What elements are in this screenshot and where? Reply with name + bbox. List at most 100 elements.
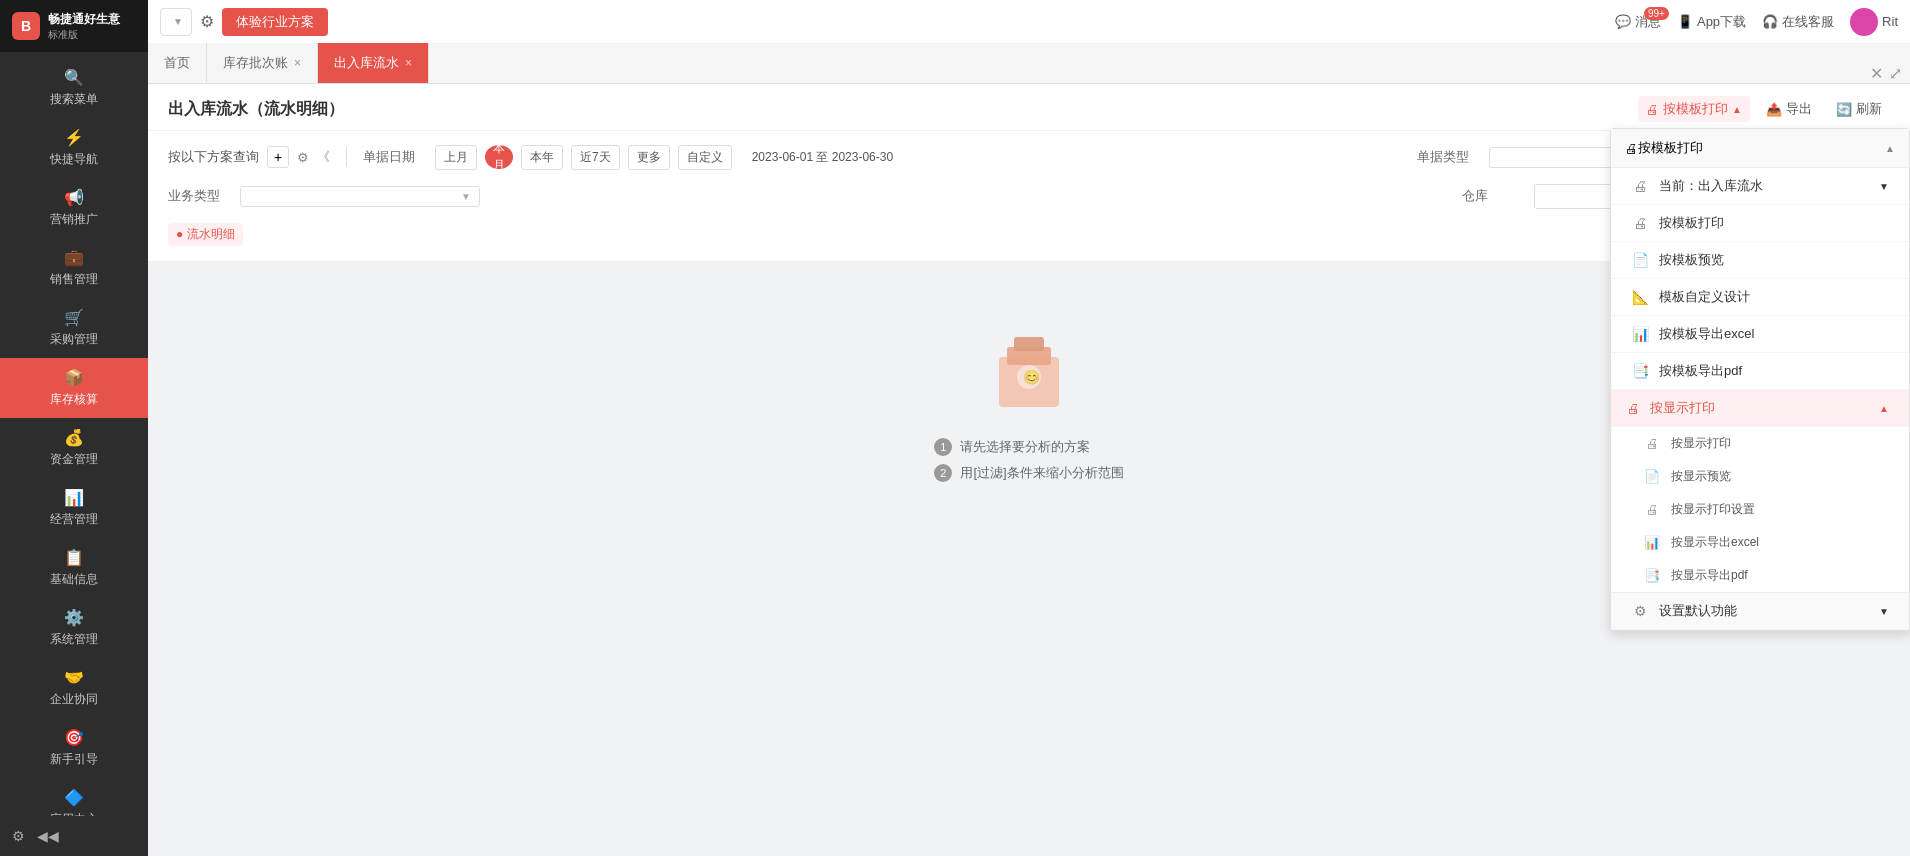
sidebar-item-guide[interactable]: 🎯 新手引导 — [0, 718, 148, 778]
marketing-icon: 📢 — [64, 188, 84, 207]
dropdown-display-preview[interactable]: 📄 按显示预览 — [1611, 460, 1909, 493]
dropdown-display-print-settings[interactable]: 🖨 按显示打印设置 — [1611, 493, 1909, 526]
sidebar-item-finance[interactable]: 💰 资金管理 — [0, 418, 148, 478]
dropdown-display-print[interactable]: 🖨 按显示打印 — [1611, 427, 1909, 460]
sidebar-item-label: 经营管理 — [50, 511, 98, 528]
template-excel-label: 按模板导出excel — [1659, 325, 1754, 343]
sidebar-item-operations[interactable]: 📊 经营管理 — [0, 478, 148, 538]
dropdown-display-pdf[interactable]: 📑 按显示导出pdf — [1611, 559, 1909, 592]
sidebar-settings-icon[interactable]: ⚙ — [12, 828, 25, 844]
filter-collapse-icon[interactable]: 《 — [317, 148, 330, 166]
dropdown-template-print[interactable]: 🖨 按模板打印 — [1611, 205, 1909, 242]
sidebar-item-shortcuts[interactable]: ⚡ 快捷导航 — [0, 118, 148, 178]
date-filter-label: 单据日期 — [363, 148, 419, 166]
dropdown-template-excel[interactable]: 📊 按模板导出excel — [1611, 316, 1909, 353]
template-preview-label: 按模板预览 — [1659, 251, 1724, 269]
sidebar-item-sales[interactable]: 💼 销售管理 — [0, 238, 148, 298]
customer-service-item[interactable]: 🎧 在线客服 — [1762, 13, 1834, 31]
finance-icon: 💰 — [64, 428, 84, 447]
app-logo: B 畅捷通好生意 标准版 — [0, 0, 148, 52]
flow-tag[interactable]: ● 流水明细 — [168, 223, 243, 246]
tab-home-label: 首页 — [164, 54, 190, 72]
flow-tag-label: 流水明细 — [187, 226, 235, 243]
refresh-btn[interactable]: 🔄 刷新 — [1828, 96, 1890, 122]
dropdown-default-setting[interactable]: ⚙ 设置默认功能 ▼ — [1611, 592, 1909, 630]
template-custom-label: 模板自定义设计 — [1659, 288, 1750, 306]
tab-home[interactable]: 首页 — [148, 43, 207, 83]
print-icon-header: 🖨 — [1625, 141, 1638, 156]
inventory-icon: 📦 — [64, 368, 84, 387]
operations-icon: 📊 — [64, 488, 84, 507]
tab-batch-close[interactable]: × — [294, 56, 301, 70]
user-avatar-item[interactable]: Rit — [1850, 8, 1898, 36]
date-btn-last-month[interactable]: 上月 — [435, 145, 477, 170]
sidebar-item-system[interactable]: ⚙️ 系统管理 — [0, 598, 148, 658]
default-setting-label: 设置默认功能 — [1659, 602, 1737, 620]
message-item[interactable]: 💬 消息 99+ — [1615, 13, 1661, 31]
print-template-btn[interactable]: 🖨 按模板打印 ▲ — [1638, 96, 1750, 122]
svg-text:😊: 😊 — [1023, 369, 1041, 386]
sidebar-item-inventory[interactable]: 📦 库存核算 — [0, 358, 148, 418]
default-setting-icon: ⚙ — [1631, 603, 1649, 619]
display-print-icon: 🖨 — [1643, 436, 1661, 451]
display-print-section-header[interactable]: 🖨 按显示打印 ▲ — [1611, 390, 1909, 427]
display-print-section-label: 按显示打印 — [1650, 399, 1715, 417]
app-title: 畅捷通好生意 — [48, 11, 120, 28]
app-download-item[interactable]: 📱 App下载 — [1677, 13, 1746, 31]
window-close-btn[interactable]: ✕ — [1870, 64, 1883, 83]
sidebar: B 畅捷通好生意 标准版 🔍 搜索菜单 ⚡ 快捷导航 📢 营销推广 💼 销售管理… — [0, 0, 148, 856]
template-preview-icon: 📄 — [1631, 252, 1649, 268]
empty-step-1: 1 请先选择要分析的方案 — [934, 438, 1123, 456]
dropdown-template-pdf[interactable]: 📑 按模板导出pdf — [1611, 353, 1909, 390]
customer-service-icon: 🎧 — [1762, 14, 1778, 29]
export-btn[interactable]: 📤 导出 — [1758, 96, 1820, 122]
sidebar-item-enterprise[interactable]: 🤝 企业协同 — [0, 658, 148, 718]
sidebar-item-marketing[interactable]: 📢 营销推广 — [0, 178, 148, 238]
business-type-select[interactable]: ▼ — [240, 186, 480, 207]
add-filter-btn[interactable]: + — [267, 146, 289, 168]
sidebar-item-label: 库存核算 — [50, 391, 98, 408]
trial-button[interactable]: 体验行业方案 — [222, 8, 328, 36]
sidebar-item-label: 系统管理 — [50, 631, 98, 648]
filter-settings-icon[interactable]: ⚙ — [297, 150, 309, 165]
sidebar-item-app-center[interactable]: 🔷 应用中心 — [0, 778, 148, 816]
page-content: 出入库流水（流水明细） 🖨 按模板打印 ▲ 📤 导出 🔄 刷新 — [148, 84, 1910, 856]
dropdown-template-custom[interactable]: 📐 模板自定义设计 — [1611, 279, 1909, 316]
user-selector[interactable]: ▼ — [160, 8, 192, 36]
topbar: ▼ ⚙ 体验行业方案 💬 消息 99+ 📱 App下载 🎧 在线客服 Rit — [148, 0, 1910, 44]
date-btn-this-year[interactable]: 本年 — [521, 145, 563, 170]
date-btn-this-month[interactable]: 本月 — [485, 145, 513, 169]
dropdown-display-excel[interactable]: 📊 按显示导出excel — [1611, 526, 1909, 559]
user-avatar — [1850, 8, 1878, 36]
print-arrow-up: ▲ — [1732, 104, 1742, 115]
dropdown-current-item[interactable]: 🖨 当前：出入库流水 ▼ — [1611, 168, 1909, 205]
window-maximize-btn[interactable]: ⤢ — [1889, 64, 1902, 83]
filter-scheme: 按以下方案查询 + ⚙ 《 — [168, 146, 330, 168]
refresh-icon: 🔄 — [1836, 102, 1852, 117]
topbar-settings-icon[interactable]: ⚙ — [200, 12, 214, 31]
date-btn-more[interactable]: 更多 — [628, 145, 670, 170]
app-subtitle: 标准版 — [48, 28, 120, 42]
tab-flow-close[interactable]: × — [405, 56, 412, 70]
display-pdf-icon: 📑 — [1643, 568, 1661, 583]
sidebar-item-purchase[interactable]: 🛒 采购管理 — [0, 298, 148, 358]
template-print-label: 按模板打印 — [1659, 214, 1724, 232]
sidebar-fold-icon[interactable]: ◀◀ — [37, 828, 59, 844]
window-controls: ✕ ⤢ — [1862, 64, 1910, 83]
export-label: 导出 — [1786, 100, 1812, 118]
date-btn-last7days[interactable]: 近7天 — [571, 145, 620, 170]
tab-batch[interactable]: 库存批次账 × — [207, 43, 318, 83]
page-actions: 🖨 按模板打印 ▲ 📤 导出 🔄 刷新 — [1638, 96, 1890, 122]
app-download-icon: 📱 — [1677, 14, 1693, 29]
type-filter-label: 单据类型 — [1417, 148, 1473, 166]
search-icon: 🔍 — [64, 68, 84, 87]
basics-icon: 📋 — [64, 548, 84, 567]
purchase-icon: 🛒 — [64, 308, 84, 327]
sidebar-item-basics[interactable]: 📋 基础信息 — [0, 538, 148, 598]
display-section-arrow: ▲ — [1879, 403, 1889, 414]
sidebar-item-search[interactable]: 🔍 搜索菜单 — [0, 58, 148, 118]
topbar-right: 💬 消息 99+ 📱 App下载 🎧 在线客服 Rit — [1615, 8, 1898, 36]
date-btn-custom[interactable]: 自定义 — [678, 145, 732, 170]
tab-flow[interactable]: 出入库流水 × — [318, 43, 429, 83]
dropdown-template-preview[interactable]: 📄 按模板预览 — [1611, 242, 1909, 279]
